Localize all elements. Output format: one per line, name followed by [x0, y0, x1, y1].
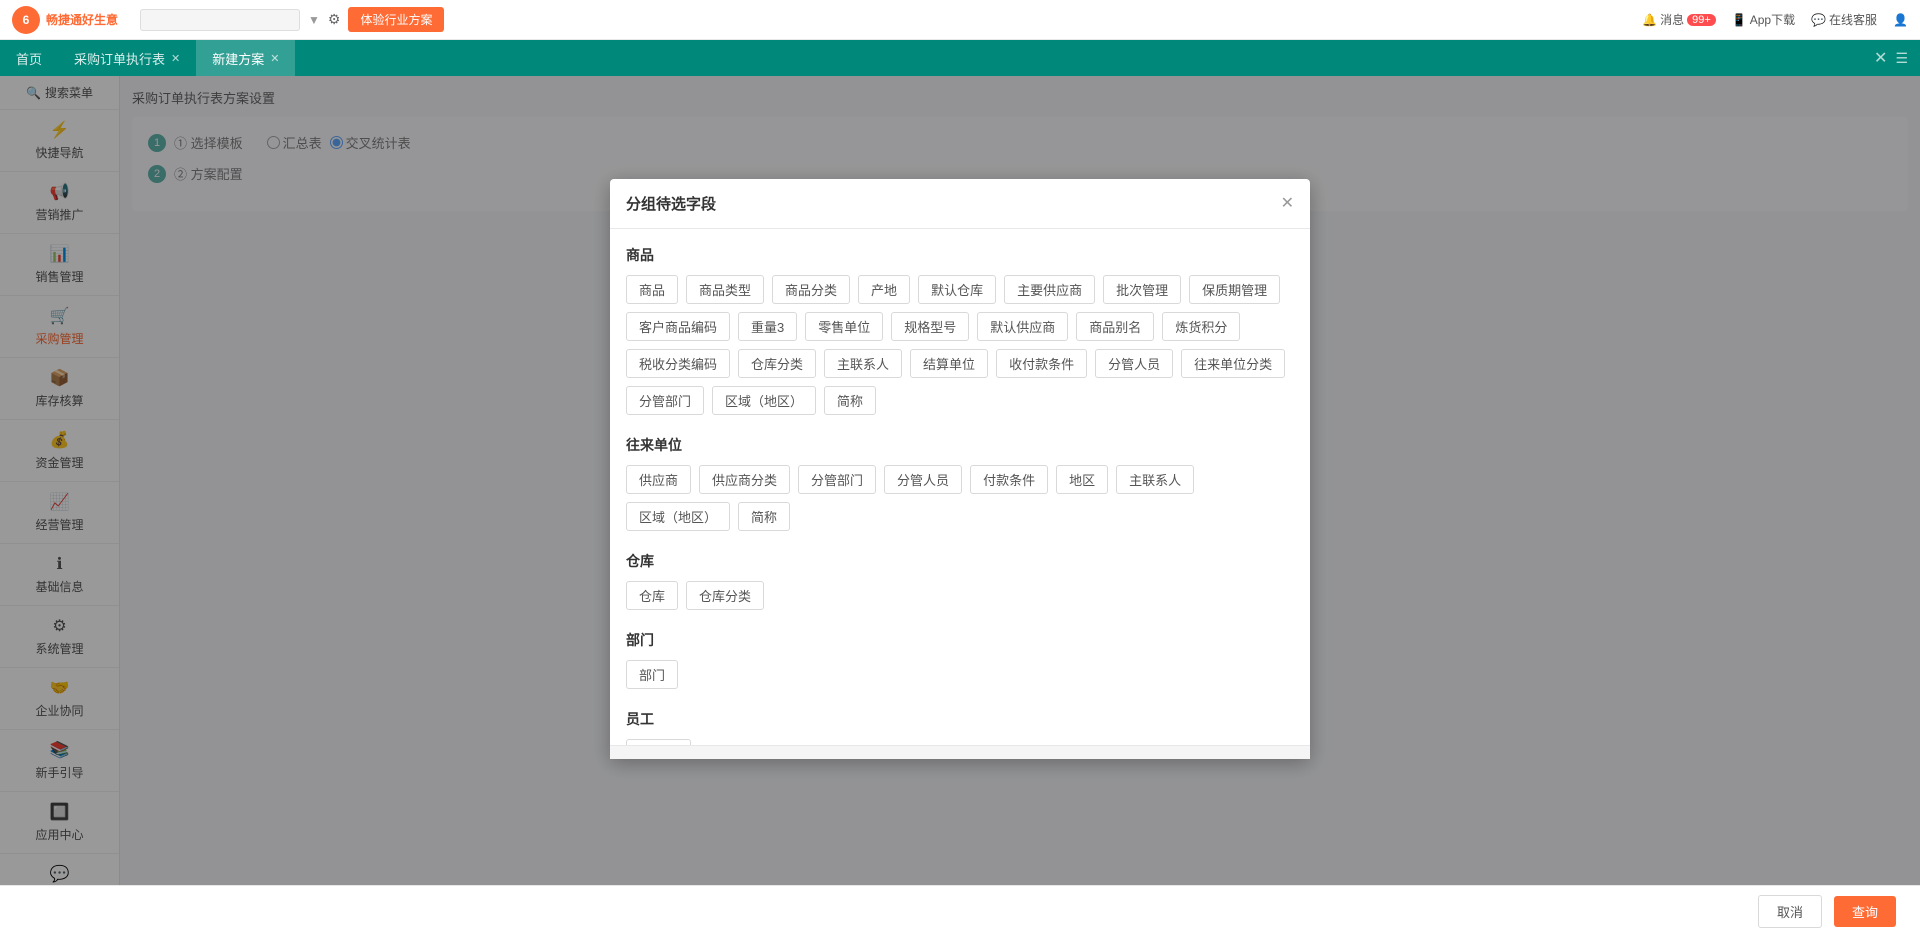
- download-icon: 📱: [1732, 13, 1747, 27]
- cancel-button[interactable]: 取消: [1758, 895, 1822, 928]
- tabs-close-all[interactable]: ✕: [1874, 48, 1887, 68]
- field-tag[interactable]: 零售单位: [805, 312, 883, 341]
- field-tag[interactable]: 仓库分类: [738, 349, 816, 378]
- modal-horizontal-scrollbar[interactable]: [610, 745, 1310, 759]
- header-dropdown-btn[interactable]: ▼: [308, 13, 320, 27]
- section-department: 部门部门: [626, 630, 1294, 689]
- user-avatar[interactable]: 👤: [1893, 13, 1908, 27]
- field-tag[interactable]: 商品: [626, 275, 678, 304]
- field-tag[interactable]: 产地: [858, 275, 910, 304]
- field-tag[interactable]: 规格型号: [891, 312, 969, 341]
- confirm-button[interactable]: 查询: [1834, 896, 1896, 927]
- modal-close-btn[interactable]: ✕: [1281, 193, 1294, 213]
- field-select-modal: 分组待选字段 ✕ 商品商品商品类型商品分类产地默认仓库主要供应商批次管理保质期管…: [610, 179, 1310, 759]
- modal-header: 分组待选字段 ✕: [610, 179, 1310, 229]
- field-tag[interactable]: 区域（地区）: [712, 386, 816, 415]
- tab-new-plan[interactable]: 新建方案 ✕: [196, 40, 295, 76]
- field-tag[interactable]: 主要供应商: [1004, 275, 1095, 304]
- header-gear-icon[interactable]: ⚙: [328, 11, 341, 28]
- field-tag[interactable]: 主联系人: [824, 349, 902, 378]
- modal-title: 分组待选字段: [626, 193, 716, 214]
- service-item[interactable]: 💬 在线客服: [1811, 11, 1877, 28]
- field-tag[interactable]: 炼货积分: [1162, 312, 1240, 341]
- modal-body[interactable]: 商品商品商品类型商品分类产地默认仓库主要供应商批次管理保质期管理客户商品编码重量…: [610, 229, 1310, 745]
- field-tag[interactable]: 批次管理: [1103, 275, 1181, 304]
- avatar-icon: 👤: [1893, 13, 1908, 27]
- tabs-menu[interactable]: ☰: [1895, 50, 1908, 67]
- field-tags-partner: 供应商供应商分类分管部门分管人员付款条件地区主联系人区域（地区） 简称: [626, 465, 1294, 531]
- section-title-warehouse: 仓库: [626, 551, 1294, 571]
- tab-purchase-order-close[interactable]: ✕: [171, 52, 180, 65]
- logo-area: 6 畅捷通好生意: [12, 6, 132, 34]
- service-icon: 💬: [1811, 13, 1826, 27]
- field-tag[interactable]: 商品别名: [1076, 312, 1154, 341]
- field-tag[interactable]: 结算单位: [910, 349, 988, 378]
- section-goods: 商品商品商品类型商品分类产地默认仓库主要供应商批次管理保质期管理客户商品编码重量…: [626, 245, 1294, 415]
- field-tag[interactable]: 主联系人: [1116, 465, 1194, 494]
- header-search-input[interactable]: [140, 9, 300, 31]
- field-tag[interactable]: 供应商分类: [699, 465, 790, 494]
- field-tag[interactable]: 税收分类编码: [626, 349, 730, 378]
- field-tag[interactable]: 收付款条件: [996, 349, 1087, 378]
- field-tag[interactable]: 简称: [824, 386, 876, 415]
- field-tag[interactable]: 分管部门: [798, 465, 876, 494]
- field-tag[interactable]: 部门: [626, 660, 678, 689]
- section-title-goods: 商品: [626, 245, 1294, 265]
- experience-btn[interactable]: 体验行业方案: [348, 7, 444, 32]
- field-tag[interactable]: 保质期管理: [1189, 275, 1280, 304]
- header-right: 🔔 消息 99+ 📱 App下载 💬 在线客服 👤: [1642, 11, 1908, 28]
- logo-text: 畅捷通好生意: [46, 11, 118, 28]
- field-tag[interactable]: 供应商: [626, 465, 691, 494]
- top-header: 6 畅捷通好生意 ▼ ⚙ 体验行业方案 🔔 消息 99+ 📱 App下载 💬 在…: [0, 0, 1920, 40]
- tab-home[interactable]: 首页: [0, 40, 58, 76]
- tab-purchase-order-label: 采购订单执行表: [74, 49, 165, 68]
- field-tag[interactable]: 默认仓库: [918, 275, 996, 304]
- tab-purchase-order[interactable]: 采购订单执行表 ✕: [58, 40, 196, 76]
- field-tag[interactable]: 分管部门: [626, 386, 704, 415]
- field-tag[interactable]: 分管人员: [1095, 349, 1173, 378]
- field-tag[interactable]: 重量3: [738, 312, 797, 341]
- field-tag[interactable]: 商品分类: [772, 275, 850, 304]
- field-tag[interactable]: 仓库分类: [686, 581, 764, 610]
- notification-icon: 🔔: [1642, 13, 1657, 27]
- field-tags-goods: 商品商品类型商品分类产地默认仓库主要供应商批次管理保质期管理客户商品编码重量3 零…: [626, 275, 1294, 415]
- bottom-bar: 取消 查询: [0, 885, 1920, 937]
- field-tag[interactable]: 客户商品编码: [626, 312, 730, 341]
- field-tag[interactable]: 往来单位分类: [1181, 349, 1285, 378]
- field-tag[interactable]: 仓库: [626, 581, 678, 610]
- section-partner: 往来单位供应商供应商分类分管部门分管人员付款条件地区主联系人区域（地区） 简称: [626, 435, 1294, 531]
- logo-icon: 6: [12, 6, 40, 34]
- nav-tabs: 首页 采购订单执行表 ✕ 新建方案 ✕ ✕ ☰: [0, 40, 1920, 76]
- field-tag[interactable]: 简称: [738, 502, 790, 531]
- field-tag[interactable]: 商品类型: [686, 275, 764, 304]
- field-tag[interactable]: 区域（地区）: [626, 502, 730, 531]
- section-warehouse: 仓库仓库仓库分类: [626, 551, 1294, 610]
- notification-item[interactable]: 🔔 消息 99+: [1642, 11, 1716, 28]
- section-title-department: 部门: [626, 630, 1294, 650]
- tab-home-label: 首页: [16, 49, 42, 68]
- field-tag[interactable]: 付款条件: [970, 465, 1048, 494]
- field-tag[interactable]: 地区: [1056, 465, 1108, 494]
- field-tag[interactable]: 分管人员: [884, 465, 962, 494]
- section-employee: 员工业务员: [626, 709, 1294, 745]
- tab-new-plan-label: 新建方案: [212, 49, 264, 68]
- download-item[interactable]: 📱 App下载: [1732, 11, 1795, 28]
- field-tag[interactable]: 默认供应商: [977, 312, 1068, 341]
- tab-new-plan-close[interactable]: ✕: [270, 52, 279, 65]
- notification-badge: 99+: [1687, 14, 1716, 26]
- section-title-partner: 往来单位: [626, 435, 1294, 455]
- section-title-employee: 员工: [626, 709, 1294, 729]
- field-tags-warehouse: 仓库仓库分类: [626, 581, 1294, 610]
- field-tags-department: 部门: [626, 660, 1294, 689]
